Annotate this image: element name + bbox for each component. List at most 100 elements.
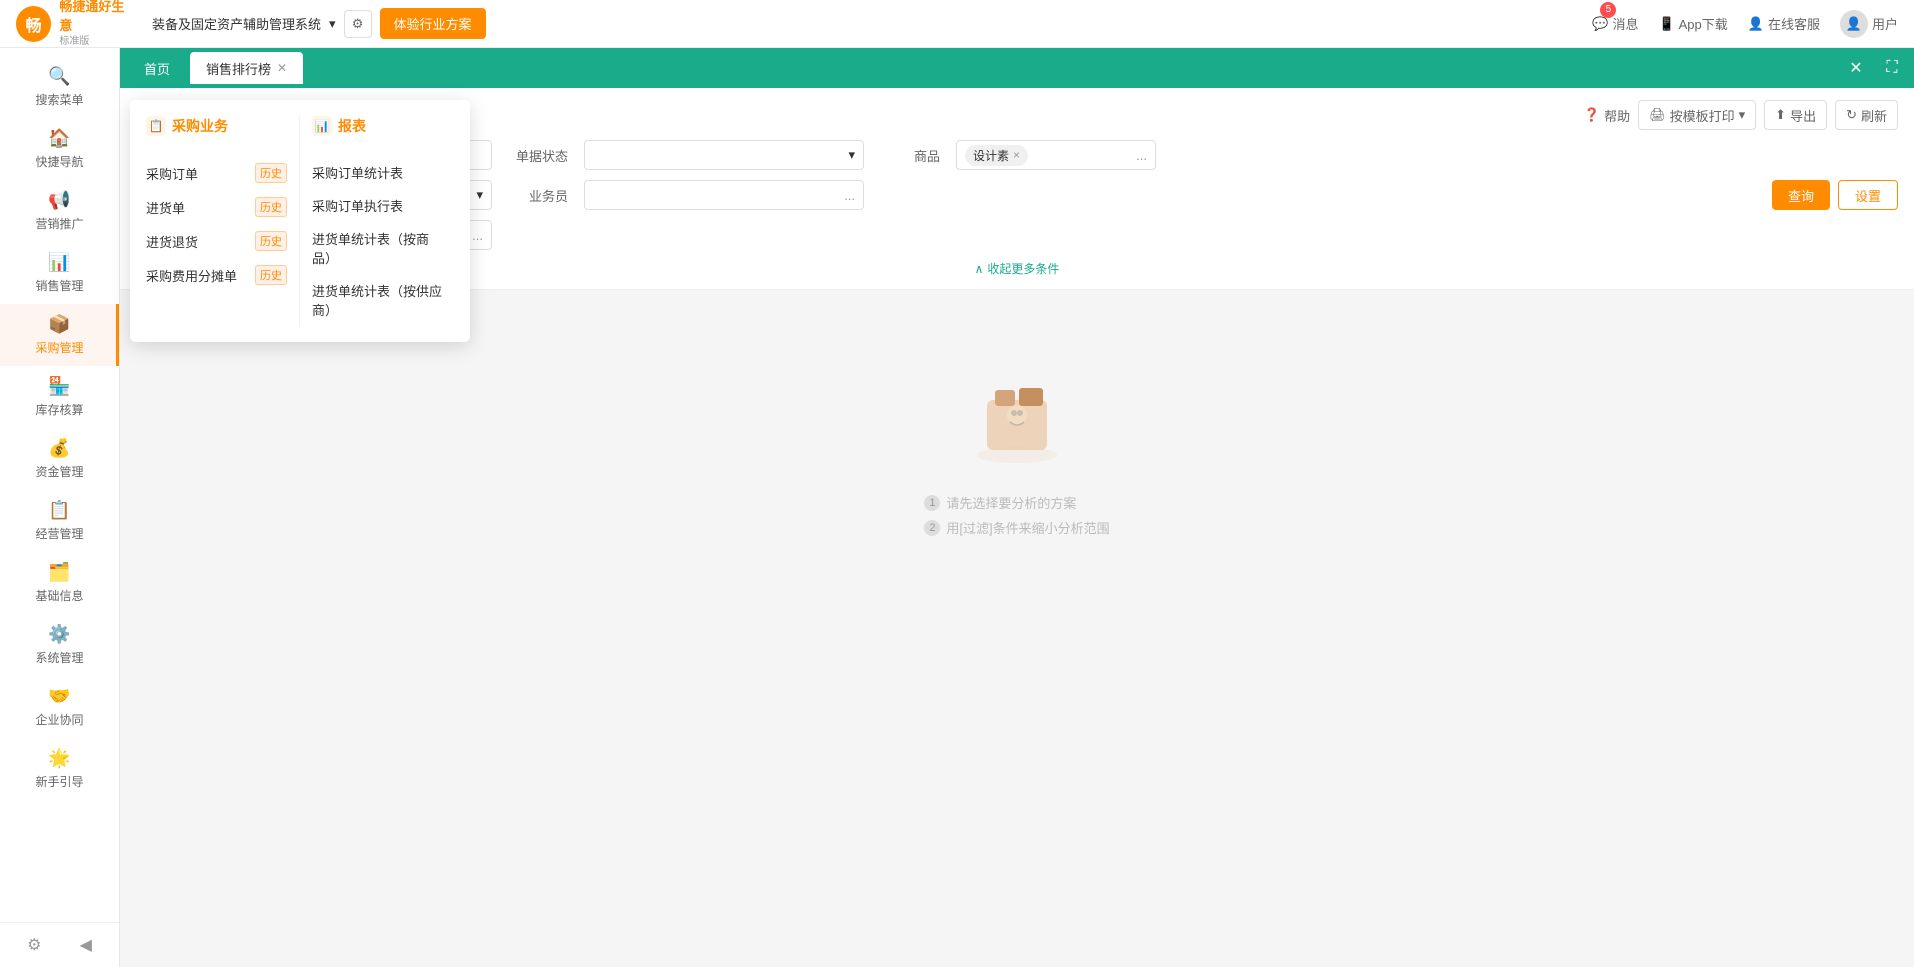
- purchase-expense-item[interactable]: 采购费用分摊单 历史: [146, 258, 287, 292]
- inventory-icon: 🏪: [48, 376, 70, 397]
- tab-close-btn[interactable]: ✕: [277, 61, 287, 75]
- purchase-col-title: 📋 采购业务: [146, 116, 287, 144]
- incoming-order-item[interactable]: 进货单 历史: [146, 190, 287, 224]
- doc-status-select[interactable]: ▾: [584, 140, 864, 170]
- purchase-dropdown-menu: 📋 采购业务 采购订单 历史 进货单 历史 进货退货 历史 采购费用分摊单 历史: [130, 100, 470, 342]
- tab-bar: 首页 销售排行榜 ✕ ✕ ⛶: [120, 48, 1914, 88]
- incoming-by-goods-item[interactable]: 进货单统计表（按商品）: [312, 222, 442, 274]
- report-col-title: 📊 报表: [312, 116, 442, 144]
- print-icon: 🖨: [1649, 107, 1666, 123]
- sidebar-item-basic[interactable]: 🗂️ 基础信息: [0, 552, 119, 614]
- purchase-col-icon: 📋: [146, 116, 166, 136]
- message-btn[interactable]: 💬 5 消息: [1592, 14, 1638, 33]
- export-btn[interactable]: ⬆ 导出: [1764, 100, 1827, 130]
- top-bar: 畅 畅捷通好生意 标准版 装备及固定资产辅助管理系统 ▾ ⚙ 体验行业方案 💬 …: [0, 0, 1914, 48]
- purchase-order-exec-item[interactable]: 采购订单执行表: [312, 189, 442, 222]
- system-title-area: 装备及固定资产辅助管理系统 ▾ ⚙ 体验行业方案: [152, 8, 1592, 39]
- incoming-order-badge: 历史: [255, 197, 287, 217]
- online-service-btn[interactable]: 👤 在线客服: [1748, 14, 1820, 33]
- goods-select[interactable]: 设计素 × ...: [956, 140, 1156, 170]
- system-icon: ⚙️: [48, 624, 70, 645]
- enterprise-icon: 🤝: [48, 686, 70, 707]
- sidebar-settings-btn[interactable]: ⚙: [27, 935, 41, 955]
- sidebar-item-guide[interactable]: 🌟 新手引导: [0, 738, 119, 800]
- logo-text: 畅捷通好生意 标准版: [59, 0, 136, 49]
- message-badge: 5: [1600, 2, 1616, 18]
- tab-close-all-btn[interactable]: ✕: [1842, 54, 1870, 82]
- chevron-down-icon: ▾: [1739, 107, 1746, 123]
- purchase-order-stats-item[interactable]: 采购订单统计表: [312, 156, 442, 189]
- empty-illustration: [957, 370, 1077, 473]
- return-goods-badge: 历史: [255, 231, 287, 251]
- marketing-icon: 📢: [48, 190, 70, 211]
- report-col-icon: 📊: [312, 116, 332, 136]
- sidebar-item-quick[interactable]: 🏠 快捷导航: [0, 118, 119, 180]
- dropdown-columns: 📋 采购业务 采购订单 历史 进货单 历史 进货退货 历史 采购费用分摊单 历史: [146, 116, 454, 326]
- purchase-order-badge: 历史: [255, 163, 287, 183]
- top-bar-right: 💬 5 消息 📱 App下载 👤 在线客服 👤 用户: [1592, 10, 1898, 38]
- chevron-down-icon: ▾: [476, 187, 483, 203]
- refresh-icon: ↻: [1846, 107, 1857, 123]
- incoming-by-supplier-item[interactable]: 进货单统计表（按供应商）: [312, 274, 442, 326]
- sidebar-item-system[interactable]: ⚙️ 系统管理: [0, 614, 119, 676]
- industry-btn[interactable]: 体验行业方案: [380, 8, 486, 39]
- sidebar-item-enterprise[interactable]: 🤝 企业协同: [0, 676, 119, 738]
- query-btn[interactable]: 查询: [1772, 180, 1830, 210]
- sidebar-collapse-btn[interactable]: ◀: [80, 935, 92, 955]
- empty-svg: [957, 370, 1077, 470]
- empty-tips: 1 请先选择要分析的方案 2 用[过滤]条件来缩小分析范围: [924, 493, 1109, 543]
- doc-status-label: 单据状态: [508, 146, 568, 165]
- tab-maximize-btn[interactable]: ⛶: [1878, 54, 1906, 82]
- purchase-order-item[interactable]: 采购订单 历史: [146, 156, 287, 190]
- set-btn[interactable]: 设置: [1838, 180, 1898, 210]
- return-goods-item[interactable]: 进货退货 历史: [146, 224, 287, 258]
- sidebar-bottom: ⚙ ◀: [0, 922, 119, 967]
- refresh-btn[interactable]: ↻ 刷新: [1835, 100, 1898, 130]
- sidebar-item-search[interactable]: 🔍 搜索菜单: [0, 56, 119, 118]
- sidebar-item-purchase[interactable]: 📦 采购管理: [0, 304, 119, 366]
- home-icon: 🏠: [48, 128, 70, 149]
- system-title: 装备及固定资产辅助管理系统: [152, 14, 321, 33]
- goods-label: 商品: [880, 146, 940, 165]
- empty-tip-1: 1 请先选择要分析的方案: [924, 493, 1109, 512]
- purchase-business-col: 📋 采购业务 采购订单 历史 进货单 历史 进货退货 历史 采购费用分摊单 历史: [146, 116, 300, 326]
- gear-button[interactable]: ⚙: [344, 10, 372, 38]
- goods-dots[interactable]: ...: [1136, 148, 1147, 163]
- sales-icon: 📊: [48, 252, 70, 273]
- salesperson-select[interactable]: ...: [584, 180, 864, 210]
- help-icon: ❓: [1584, 107, 1600, 123]
- help-btn[interactable]: ❓ 帮助: [1584, 106, 1630, 125]
- finance-icon: 💰: [48, 438, 70, 459]
- collapse-btn[interactable]: ∧ 收起更多条件: [975, 260, 1060, 277]
- tab-home[interactable]: 首页: [128, 52, 186, 84]
- salesperson-dots[interactable]: ...: [844, 188, 855, 203]
- tab-bar-right: ✕ ⛶: [1842, 54, 1906, 82]
- tab-sales-rank[interactable]: 销售排行榜 ✕: [190, 52, 303, 84]
- logo-area: 畅 畅捷通好生意 标准版: [16, 0, 136, 49]
- sidebar-item-sales[interactable]: 📊 销售管理: [0, 242, 119, 304]
- sidebar-item-finance[interactable]: 💰 资金管理: [0, 428, 119, 490]
- search-icon: 🔍: [48, 66, 70, 87]
- user-avatar: 👤: [1840, 10, 1868, 38]
- purchase-expense-badge: 历史: [255, 265, 287, 285]
- salesperson-label: 业务员: [508, 186, 568, 205]
- sidebar-item-marketing[interactable]: 📢 营销推广: [0, 180, 119, 242]
- chevron-down-icon: ▾: [848, 147, 855, 163]
- empty-tip-2: 2 用[过滤]条件来缩小分析范围: [924, 518, 1109, 537]
- goods-tag: 设计素 ×: [965, 145, 1028, 166]
- print-template-btn[interactable]: 🖨 按模板打印 ▾: [1638, 100, 1756, 130]
- collapse-icon: ∧: [975, 262, 984, 276]
- operation-icon: 📋: [48, 500, 70, 521]
- export-icon: ⬆: [1775, 107, 1786, 123]
- user-btn[interactable]: 👤 用户: [1840, 10, 1898, 38]
- sidebar-item-inventory[interactable]: 🏪 库存核算: [0, 366, 119, 428]
- sidebar-item-operation[interactable]: 📋 经营管理: [0, 490, 119, 552]
- guide-icon: 🌟: [48, 748, 70, 769]
- goods-tag-remove[interactable]: ×: [1013, 148, 1020, 162]
- app-download-btn[interactable]: 📱 App下载: [1658, 14, 1727, 33]
- logo-icon: 畅: [16, 6, 51, 42]
- title-dropdown-btn[interactable]: ▾: [329, 16, 336, 32]
- customer-dots[interactable]: ...: [472, 228, 483, 243]
- basic-icon: 🗂️: [48, 562, 70, 583]
- sidebar: 🔍 搜索菜单 🏠 快捷导航 📢 营销推广 📊 销售管理 📦 采购管理 🏪 库存核…: [0, 48, 120, 967]
